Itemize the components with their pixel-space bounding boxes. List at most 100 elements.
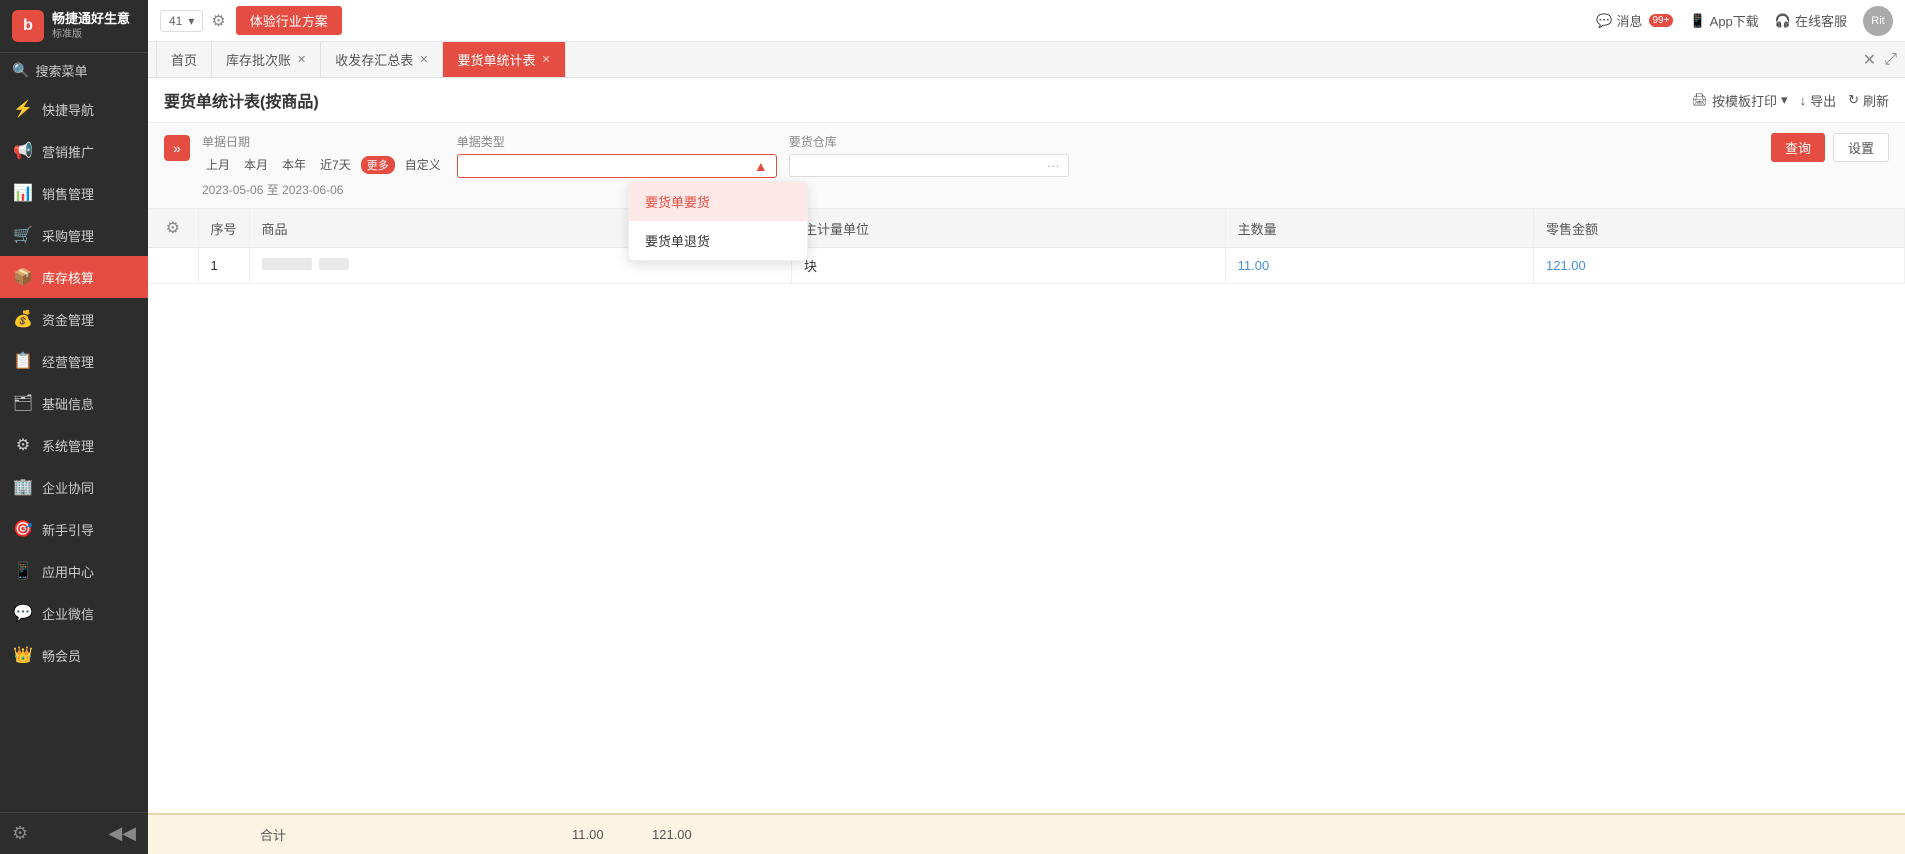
th-amount: 零售金额 — [1534, 209, 1905, 248]
sidebar-item-purchase[interactable]: 🛒 采购管理 — [0, 214, 148, 256]
finance-icon: 💰 — [12, 308, 34, 330]
inventory-icon: 📦 — [12, 266, 34, 288]
this-month-btn[interactable]: 本月 — [240, 154, 272, 175]
main-area: 41 ▾ ⚙ 体验行业方案 💬 消息 99+ 📱 App下载 🎧 在线客服 Ri… — [148, 0, 1905, 854]
print-action[interactable]: 🖨 按模板打印 ▾ — [1692, 91, 1788, 110]
th-unit: 主计量单位 — [792, 209, 1226, 248]
sidebar-item-label: 畅会员 — [42, 646, 81, 665]
sidebar-item-member[interactable]: 👑 畅会员 — [0, 634, 148, 676]
content-actions: 🖨 按模板打印 ▾ ↓ 导出 ↻ 刷新 — [1692, 91, 1890, 110]
date-filter-group: 单据日期 上月 本月 本年 近7天 更多 自定义 2023-05-06 至 20… — [202, 133, 445, 198]
window-close-icon[interactable]: ✕ — [1863, 50, 1876, 70]
topbar-settings-icon[interactable]: ⚙ — [211, 11, 225, 31]
avatar[interactable]: Rit — [1863, 6, 1893, 36]
sidebar-item-label: 快捷导航 — [42, 100, 94, 119]
sidebar-item-label: 营销推广 — [42, 142, 94, 161]
warehouse-filter-input[interactable] — [798, 158, 1041, 173]
last-month-btn[interactable]: 上月 — [202, 154, 234, 175]
message-icon: 💬 — [1596, 13, 1612, 29]
tab-close-icon[interactable]: ✕ — [419, 53, 428, 66]
warehouse-more-icon[interactable]: ··· — [1047, 158, 1060, 173]
sidebar-item-app-center[interactable]: 📱 应用中心 — [0, 550, 148, 592]
purchase-icon: 🛒 — [12, 224, 34, 246]
tab-inventory-batch[interactable]: 库存批次账 ✕ — [212, 42, 321, 77]
tab-close-icon[interactable]: ✕ — [297, 53, 306, 66]
sidebar-item-label: 新手引导 — [42, 520, 94, 539]
table-header-row: ⚙ 序号 商品 主计量单位 主数量 零售金额 — [148, 209, 1905, 248]
settings-icon[interactable]: ⚙ — [12, 823, 28, 844]
sidebar-item-label: 企业微信 — [42, 604, 94, 623]
warehouse-filter-group: 要货仓库 ··· — [789, 133, 1069, 177]
quick-nav-icon: ⚡ — [12, 98, 34, 120]
table-body: 1 块 11.00 121.00 — [148, 248, 1905, 284]
tab-receive-summary[interactable]: 收发存汇总表 ✕ — [321, 42, 443, 77]
sidebar-item-inventory[interactable]: 📦 库存核算 — [0, 256, 148, 298]
sidebar-item-quick-nav[interactable]: ⚡ 快捷导航 — [0, 88, 148, 130]
print-icon: 🖨 — [1692, 92, 1709, 108]
type-chevron-icon[interactable]: ▲ — [754, 158, 768, 174]
tab-order-stats[interactable]: 要货单统计表 ✕ — [443, 42, 565, 77]
table-container: ⚙ 序号 商品 主计量单位 主数量 零售金额 1 — [148, 209, 1905, 813]
sidebar-item-marketing[interactable]: 📢 营销推广 — [0, 130, 148, 172]
download-icon: 📱 — [1689, 13, 1705, 29]
sidebar-item-guide[interactable]: 🎯 新手引导 — [0, 508, 148, 550]
custom-date-btn[interactable]: 自定义 — [401, 154, 445, 175]
topbar-dropdown-text: 41 — [169, 14, 182, 28]
type-option-requisition[interactable]: 要货单要货 — [629, 182, 807, 221]
sidebar-search[interactable]: 🔍 搜索菜单 — [0, 53, 148, 88]
export-action[interactable]: ↓ 导出 — [1800, 91, 1837, 110]
tab-label: 库存批次账 — [226, 50, 291, 69]
more-dates-btn[interactable]: 更多 — [361, 156, 395, 174]
trial-button[interactable]: 体验行业方案 — [236, 6, 342, 35]
app-download-item[interactable]: 📱 App下载 — [1689, 11, 1758, 30]
filter-actions: 查询 设置 — [1771, 133, 1889, 162]
window-expand-icon[interactable]: ⤢ — [1884, 51, 1897, 69]
settings-button[interactable]: 设置 — [1833, 133, 1889, 162]
search-icon: 🔍 — [12, 62, 29, 79]
messages-label: 消息 — [1616, 11, 1642, 30]
footer-spacer2: 合计 — [260, 825, 440, 844]
cell-amount: 121.00 — [1534, 248, 1905, 284]
topbar-dropdown[interactable]: 41 ▾ — [160, 10, 203, 32]
type-filter-group: 单据类型 ▲ — [457, 133, 777, 178]
app-logo-icon: b — [12, 10, 44, 42]
type-option-return[interactable]: 要货单退货 — [629, 221, 807, 260]
refresh-action[interactable]: ↻ 刷新 — [1848, 91, 1889, 110]
content-header: 要货单统计表(按商品) 🖨 按模板打印 ▾ ↓ 导出 ↻ 刷新 — [148, 78, 1905, 123]
tab-close-icon[interactable]: ✕ — [542, 53, 551, 66]
query-button[interactable]: 查询 — [1771, 133, 1825, 162]
online-service-item[interactable]: 🎧 在线客服 — [1775, 11, 1847, 30]
tab-home[interactable]: 首页 — [156, 42, 212, 77]
messages-item[interactable]: 💬 消息 99+ — [1596, 11, 1673, 30]
th-settings[interactable]: ⚙ — [148, 209, 198, 248]
type-filter-input[interactable] — [466, 159, 748, 174]
sidebar-item-sales[interactable]: 📊 销售管理 — [0, 172, 148, 214]
sidebar-item-label: 销售管理 — [42, 184, 94, 203]
app-center-icon: 📱 — [12, 560, 34, 582]
warehouse-filter-label: 要货仓库 — [789, 133, 1069, 150]
this-year-btn[interactable]: 本年 — [278, 154, 310, 175]
type-dropdown: 要货单要货 要货单退货 — [628, 181, 808, 261]
sidebar-item-basic-info[interactable]: 🗂 基础信息 — [0, 382, 148, 424]
sidebar-item-wechat[interactable]: 💬 企业微信 — [0, 592, 148, 634]
last-7-days-btn[interactable]: 近7天 — [316, 154, 355, 175]
online-service-label: 在线客服 — [1795, 11, 1847, 30]
footer-total-label: 合计 — [260, 828, 286, 843]
enterprise-icon: 🏢 — [12, 476, 34, 498]
expand-icon: » — [173, 140, 181, 156]
sidebar-item-system[interactable]: ⚙ 系统管理 — [0, 424, 148, 466]
sidebar-item-finance[interactable]: 💰 资金管理 — [0, 298, 148, 340]
filter-expand-button[interactable]: » — [164, 135, 190, 161]
filter-bar: » 单据日期 上月 本月 本年 近7天 更多 自定义 2023-05-06 至 … — [148, 123, 1905, 209]
sidebar-bottom: ⚙ ◀◀ — [0, 812, 148, 854]
date-range-display: 2023-05-06 至 2023-06-06 — [202, 181, 445, 198]
collapse-icon[interactable]: ◀◀ — [108, 823, 136, 844]
cell-index: 1 — [198, 248, 249, 284]
app-download-label: App下载 — [1710, 11, 1759, 30]
sidebar-item-label: 系统管理 — [42, 436, 94, 455]
date-filter-label: 单据日期 — [202, 133, 445, 150]
sidebar-item-operation[interactable]: 📋 经营管理 — [0, 340, 148, 382]
system-icon: ⚙ — [12, 434, 34, 456]
column-settings-icon[interactable]: ⚙ — [166, 220, 180, 237]
sidebar-item-enterprise[interactable]: 🏢 企业协同 — [0, 466, 148, 508]
